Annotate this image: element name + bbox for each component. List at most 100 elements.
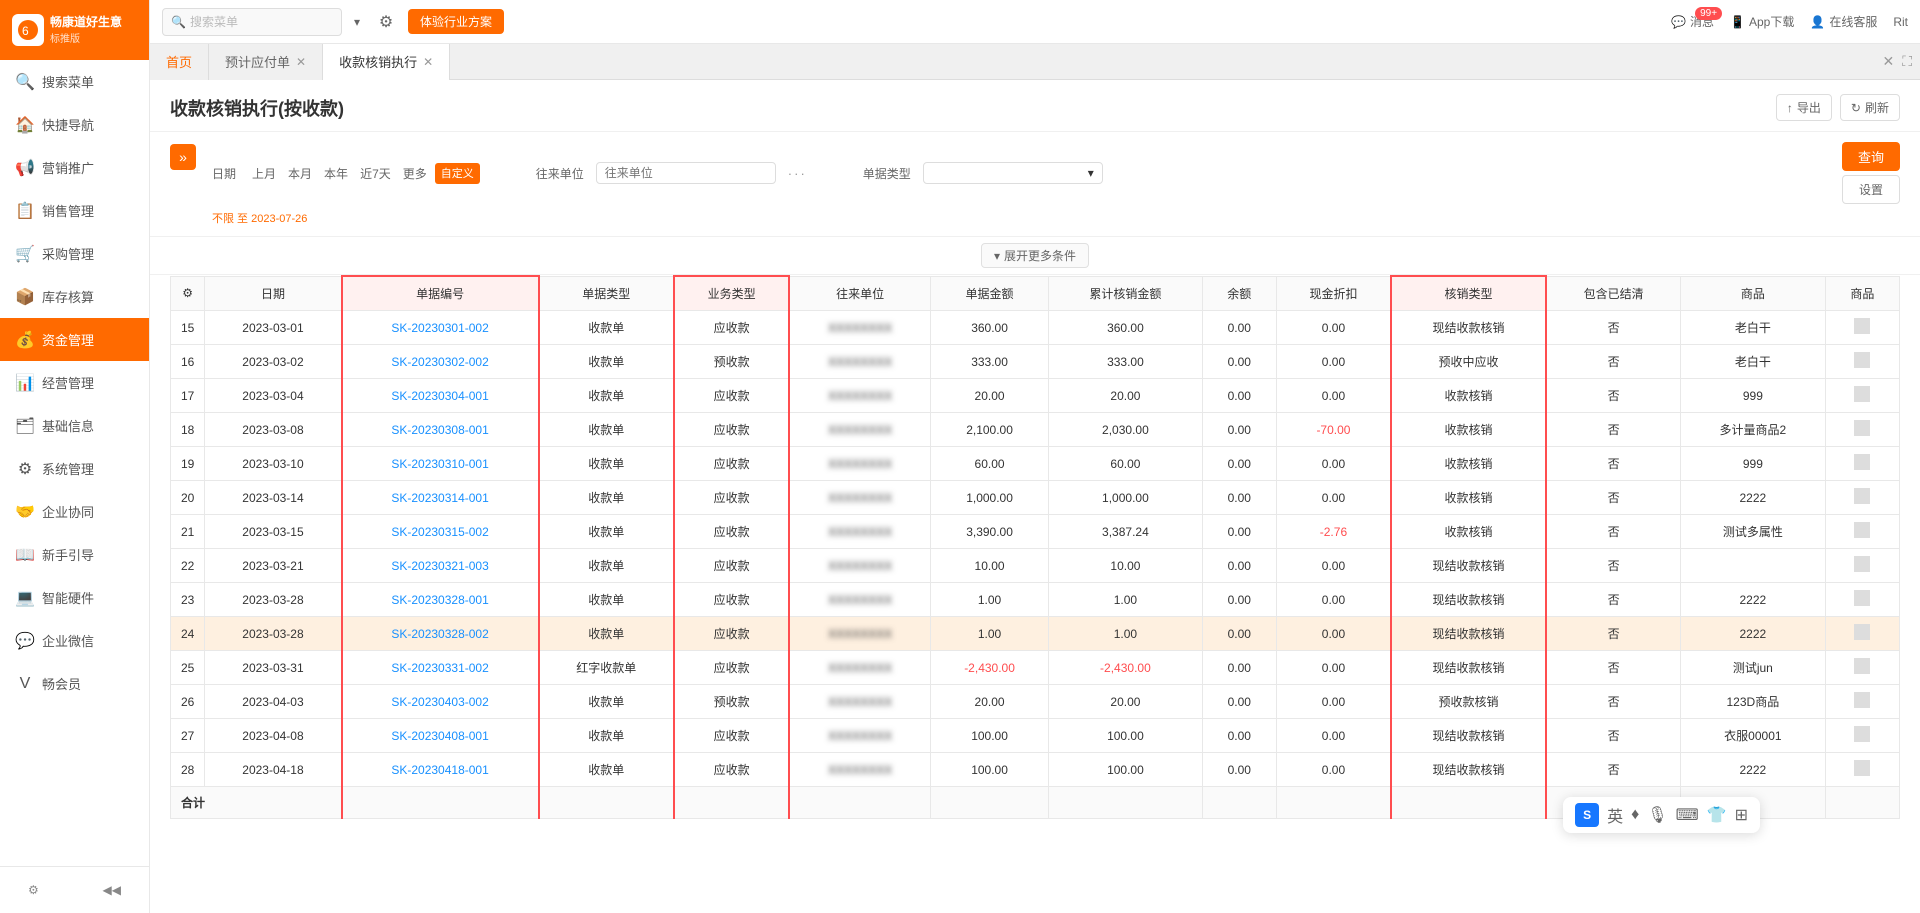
doc-no-link[interactable]: SK-20230328-002	[391, 627, 488, 641]
doc-no-link[interactable]: SK-20230315-002	[391, 525, 488, 539]
filter-bar: » 日期 上月 本月 本年 近7天 更多 自定义 往来单位	[150, 132, 1920, 237]
counterparty-input[interactable]	[596, 162, 776, 184]
date-btn-custom[interactable]: 自定义	[435, 163, 480, 184]
th-include-settled: 包含已结清	[1546, 276, 1680, 311]
th-settings[interactable]: ⚙	[171, 276, 205, 311]
doc-no-link[interactable]: SK-20230308-001	[391, 423, 488, 437]
app-name: 畅康道好生意	[50, 15, 122, 31]
doc-no-link[interactable]: SK-20230304-001	[391, 389, 488, 403]
sidebar-item-sales[interactable]: 📋 销售管理	[0, 189, 149, 232]
doc-no-link[interactable]: SK-20230302-002	[391, 355, 488, 369]
doc-no-link[interactable]: SK-20230418-001	[391, 763, 488, 777]
date-btn-more[interactable]: 更多	[399, 163, 431, 184]
tab-close-all-btn[interactable]: ✕	[1882, 53, 1894, 70]
sidebar-items: 🔍 搜索菜单 🏠 快捷导航 📢 营销推广 📋 销售管理 🛒 采购管理 📦	[0, 60, 149, 705]
sidebar-item-purchase[interactable]: 🛒 采购管理	[0, 232, 149, 275]
sidebar-item-system[interactable]: ⚙ 系统管理	[0, 447, 149, 490]
ime-icon-grid[interactable]: ⊞	[1735, 805, 1748, 825]
sidebar-item-collab[interactable]: 🤝 企业协同	[0, 490, 149, 533]
main-content: 🔍 搜索菜单 ▾ ⚙ 体验行业方案 💬 消息 99+ 📱 App下载 👤 在线客…	[150, 0, 1920, 913]
th-discount: 现金折扣	[1276, 276, 1391, 311]
sidebar-item-wechat[interactable]: 💬 企业微信	[0, 619, 149, 662]
table-row: 18 2023-03-08 SK-20230308-001 收款单 应收款 XX…	[171, 413, 1900, 447]
table-row: 17 2023-03-04 SK-20230304-001 收款单 应收款 XX…	[171, 379, 1900, 413]
date-btn-this-year[interactable]: 本年	[320, 163, 352, 184]
table-header-row: ⚙ 日期 单据编号 单据类型 业务类型 往来单位 单据金额 累计核销金额 余额 …	[171, 276, 1900, 311]
tab-verify[interactable]: 收款核销执行 ✕	[323, 44, 450, 80]
sidebar-item-inventory[interactable]: 📦 库存核算	[0, 275, 149, 318]
sidebar-item-guide[interactable]: 📖 新手引导	[0, 533, 149, 576]
topbar-search[interactable]: 🔍 搜索菜单	[162, 8, 342, 36]
ime-icon-keyboard[interactable]: ⌨	[1676, 805, 1699, 825]
refresh-btn[interactable]: ↻ 刷新	[1840, 94, 1900, 121]
sidebar-item-operations[interactable]: 📊 经营管理	[0, 361, 149, 404]
sidebar-item-marketing[interactable]: 📢 营销推广	[0, 146, 149, 189]
expand-conditions-btn[interactable]: ▾ 展开更多条件	[981, 243, 1089, 268]
doc-no-link[interactable]: SK-20230331-002	[391, 661, 488, 675]
filter-settings-btn[interactable]: 设置	[1842, 175, 1900, 204]
sidebar-logo: 6 畅康道好生意 标推版	[0, 0, 149, 60]
online-service-btn[interactable]: 👤 在线客服	[1810, 13, 1877, 30]
sidebar-collapse-btn[interactable]: ◀◀	[87, 875, 137, 905]
receipt-type-select[interactable]: ▾	[923, 162, 1103, 184]
sidebar-settings-btn[interactable]: ⚙	[12, 875, 55, 905]
ime-icon-dot[interactable]: ♦	[1631, 806, 1639, 824]
table-row: 26 2023-04-03 SK-20230403-002 收款单 预收款 XX…	[171, 685, 1900, 719]
data-table: ⚙ 日期 单据编号 单据类型 业务类型 往来单位 单据金额 累计核销金额 余额 …	[170, 275, 1900, 819]
date-quick-btns: 上月 本月 本年 近7天 更多 自定义	[248, 163, 480, 184]
message-btn[interactable]: 💬 消息 99+	[1671, 13, 1714, 30]
export-btn[interactable]: ↑ 导出	[1776, 94, 1832, 121]
topbar-right: 💬 消息 99+ 📱 App下载 👤 在线客服 Rit	[1671, 13, 1908, 30]
svg-text:6: 6	[22, 24, 29, 38]
filter-toggle-btn[interactable]: »	[170, 144, 196, 170]
doc-no-link[interactable]: SK-20230408-001	[391, 729, 488, 743]
sidebar-item-shortcuts[interactable]: 🏠 快捷导航	[0, 103, 149, 146]
app-icon: 📱	[1730, 15, 1745, 29]
app-version: 标推版	[50, 30, 122, 45]
doc-no-link[interactable]: SK-20230403-002	[391, 695, 488, 709]
tab-prepay[interactable]: 预计应付单 ✕	[209, 44, 323, 80]
doc-no-link[interactable]: SK-20230314-001	[391, 491, 488, 505]
sidebar: 6 畅康道好生意 标推版 🔍 搜索菜单 🏠 快捷导航 📢 营销推广 📋	[0, 0, 150, 913]
date-btn-7days[interactable]: 近7天	[356, 163, 395, 184]
sidebar-item-finance[interactable]: 💰 资金管理	[0, 318, 149, 361]
th-balance: 余额	[1202, 276, 1276, 311]
date-range-display: 不限 至 2023-07-26	[212, 210, 307, 226]
hardware-icon: 💻	[16, 589, 34, 607]
tab-bar: 首页 预计应付单 ✕ 收款核销执行 ✕ ✕ ⛶	[150, 44, 1920, 80]
inventory-icon: 📦	[16, 288, 34, 306]
purchase-icon: 🛒	[16, 245, 34, 263]
th-cumulative: 累计核销金额	[1049, 276, 1202, 311]
tab-home[interactable]: 首页	[150, 44, 209, 80]
doc-no-link[interactable]: SK-20230301-002	[391, 321, 488, 335]
sidebar-item-search[interactable]: 🔍 搜索菜单	[0, 60, 149, 103]
tab-expand-btn[interactable]: ⛶	[1902, 53, 1912, 70]
doc-no-link[interactable]: SK-20230310-001	[391, 457, 488, 471]
industry-solution-btn[interactable]: 体验行业方案	[408, 9, 504, 34]
finance-icon: 💰	[16, 331, 34, 349]
basic-icon: 🗂	[16, 417, 34, 435]
table-row: 20 2023-03-14 SK-20230314-001 收款单 应收款 XX…	[171, 481, 1900, 515]
doc-no-link[interactable]: SK-20230321-003	[391, 559, 488, 573]
th-amount: 单据金额	[930, 276, 1048, 311]
ime-icon-mic[interactable]: 🎙	[1647, 805, 1667, 825]
tab-prepay-close[interactable]: ✕	[296, 55, 306, 69]
topbar-gear-btn[interactable]: ⚙	[372, 8, 400, 36]
date-btn-this-month[interactable]: 本月	[284, 163, 316, 184]
tab-verify-close[interactable]: ✕	[423, 55, 433, 69]
topbar-dropdown[interactable]: ▾	[350, 15, 364, 29]
table-row: 25 2023-03-31 SK-20230331-002 红字收款单 应收款 …	[171, 651, 1900, 685]
date-btn-last-month[interactable]: 上月	[248, 163, 280, 184]
th-biz-type: 业务类型	[674, 276, 789, 311]
search-icon-topbar: 🔍	[171, 15, 186, 29]
app-download-btn[interactable]: 📱 App下载	[1730, 13, 1794, 30]
query-btn[interactable]: 查询	[1842, 142, 1900, 171]
receipt-type-chevron: ▾	[1088, 166, 1094, 180]
ime-icon-eng[interactable]: 英	[1607, 803, 1623, 827]
doc-no-link[interactable]: SK-20230328-001	[391, 593, 488, 607]
sidebar-item-member[interactable]: V 畅会员	[0, 662, 149, 705]
user-name[interactable]: Rit	[1893, 15, 1908, 29]
sidebar-item-hardware[interactable]: 💻 智能硬件	[0, 576, 149, 619]
sidebar-item-basic[interactable]: 🗂 基础信息	[0, 404, 149, 447]
ime-icon-shirt[interactable]: 👕	[1707, 805, 1727, 825]
